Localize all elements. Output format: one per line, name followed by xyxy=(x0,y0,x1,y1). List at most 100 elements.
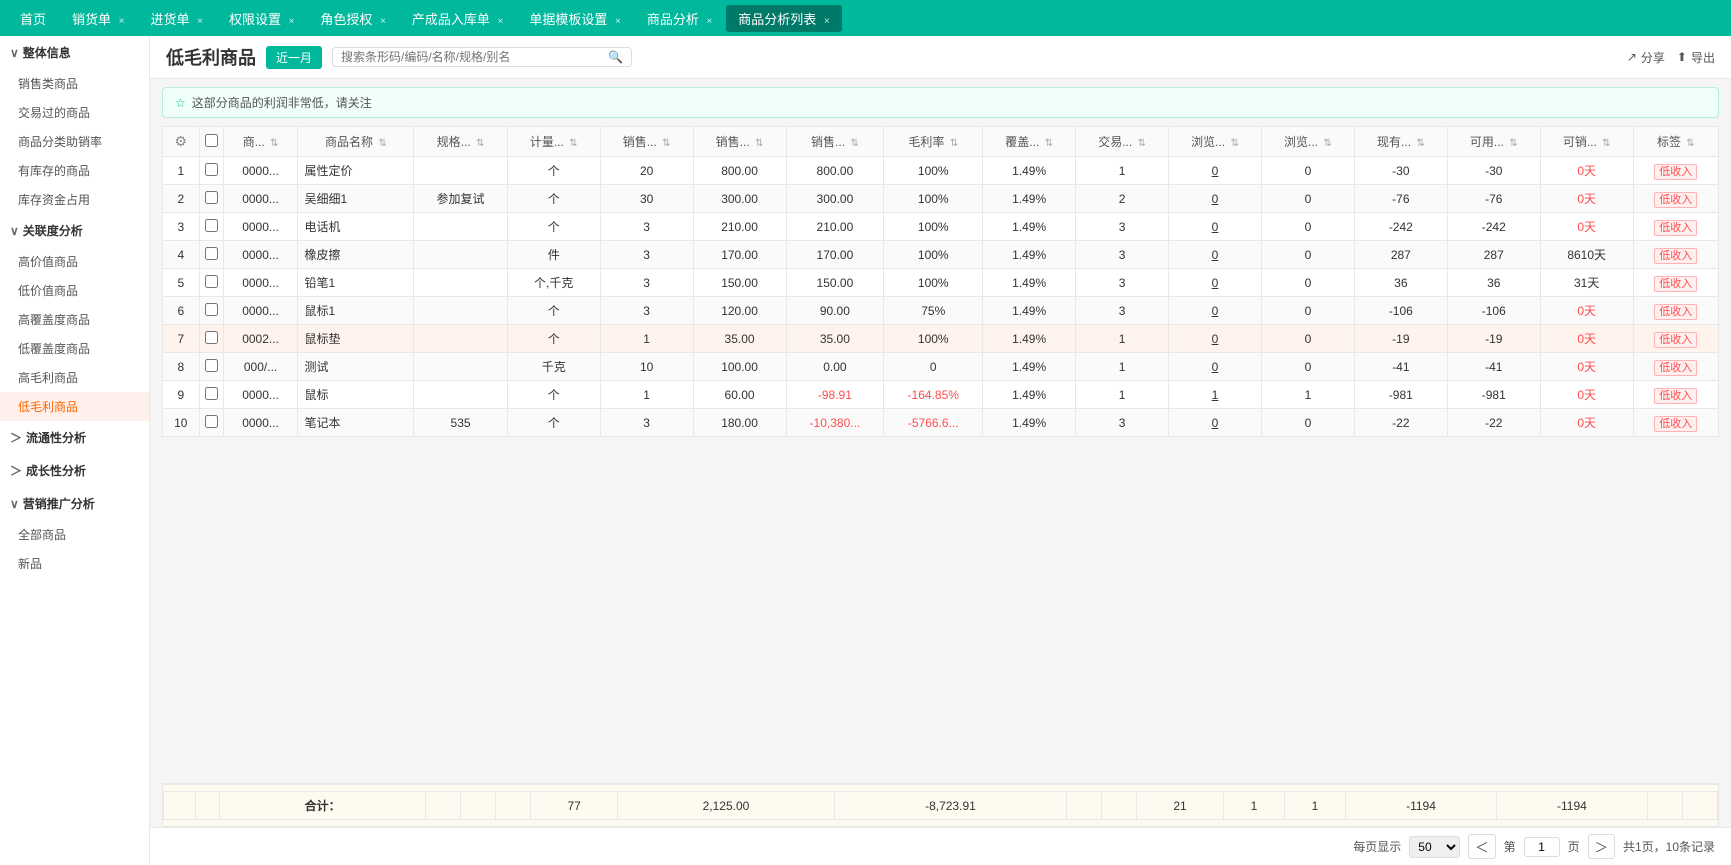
view-link[interactable]: 0 xyxy=(1212,332,1219,346)
nav-sales-order[interactable]: 销货单 × xyxy=(60,5,136,32)
col-header-gross-rate[interactable]: 毛利率 ⇅ xyxy=(884,127,983,157)
row-checkbox-cell[interactable] xyxy=(199,213,223,241)
col-header-view2[interactable]: 浏览... ⇅ xyxy=(1261,127,1354,157)
sidebar-group-overall[interactable]: ∨ 整体信息 xyxy=(0,36,149,69)
table-container[interactable]: ⚙ 商... ⇅ 商品名称 ⇅ 规格... ⇅ 计量... ⇅ 销售... ⇅ … xyxy=(162,126,1719,783)
search-box[interactable]: 🔍 xyxy=(332,47,632,67)
search-input[interactable] xyxy=(341,50,608,64)
row-view1[interactable]: 0 xyxy=(1169,185,1262,213)
view-link[interactable]: 0 xyxy=(1212,192,1219,206)
row-view1[interactable]: 0 xyxy=(1169,213,1262,241)
view-link[interactable]: 0 xyxy=(1212,248,1219,262)
settings-col-header[interactable]: ⚙ xyxy=(163,127,200,157)
sidebar-group-circulation[interactable]: ＞ 流通性分析 xyxy=(0,421,149,454)
sidebar-item-high-margin[interactable]: 高毛利商品 xyxy=(0,363,149,392)
close-icon[interactable]: × xyxy=(289,16,295,27)
row-checkbox[interactable] xyxy=(205,331,218,344)
col-header-sale-count[interactable]: 销售... ⇅ xyxy=(600,127,693,157)
row-checkbox[interactable] xyxy=(205,359,218,372)
sidebar-group-marketing[interactable]: ∨ 营销推广分析 xyxy=(0,487,149,520)
close-icon[interactable]: × xyxy=(615,16,621,27)
sidebar-item-traded-goods[interactable]: 交易过的商品 xyxy=(0,98,149,127)
checkbox-col-header[interactable] xyxy=(199,127,223,157)
row-checkbox[interactable] xyxy=(205,387,218,400)
row-view1[interactable]: 0 xyxy=(1169,241,1262,269)
row-view1[interactable]: 0 xyxy=(1169,409,1262,437)
sidebar-item-all-goods[interactable]: 全部商品 xyxy=(0,520,149,549)
view-link[interactable]: 0 xyxy=(1212,416,1219,430)
nav-product-entry[interactable]: 产成品入库单 × xyxy=(400,5,515,32)
time-filter-button[interactable]: 近一月 xyxy=(266,46,322,69)
row-checkbox[interactable] xyxy=(205,415,218,428)
row-checkbox-cell[interactable] xyxy=(199,185,223,213)
col-header-code[interactable]: 商... ⇅ xyxy=(223,127,298,157)
col-header-tag[interactable]: 标签 ⇅ xyxy=(1633,127,1718,157)
col-header-unit[interactable]: 计量... ⇅ xyxy=(507,127,600,157)
sidebar-item-low-value[interactable]: 低价值商品 xyxy=(0,276,149,305)
row-view1[interactable]: 0 xyxy=(1169,269,1262,297)
nav-purchase-order[interactable]: 进货单 × xyxy=(138,5,214,32)
nav-product-analysis-list[interactable]: 商品分析列表 × xyxy=(726,5,841,32)
close-icon[interactable]: × xyxy=(706,16,712,27)
per-page-select[interactable]: 50 20 100 xyxy=(1409,836,1460,858)
row-view1[interactable]: 1 xyxy=(1169,381,1262,409)
sidebar-item-new-goods[interactable]: 新品 xyxy=(0,549,149,578)
share-button[interactable]: ↗ 分享 xyxy=(1627,49,1665,66)
view-link[interactable]: 1 xyxy=(1212,388,1219,402)
row-checkbox[interactable] xyxy=(205,219,218,232)
col-header-trade[interactable]: 交易... ⇅ xyxy=(1076,127,1169,157)
sidebar-group-relevance[interactable]: ∨ 关联度分析 xyxy=(0,214,149,247)
view-link[interactable]: 0 xyxy=(1212,360,1219,374)
row-checkbox-cell[interactable] xyxy=(199,241,223,269)
row-checkbox[interactable] xyxy=(205,163,218,176)
row-checkbox-cell[interactable] xyxy=(199,297,223,325)
close-icon[interactable]: × xyxy=(197,16,203,27)
col-header-name[interactable]: 商品名称 ⇅ xyxy=(298,127,414,157)
row-checkbox[interactable] xyxy=(205,303,218,316)
sidebar-item-high-value[interactable]: 高价值商品 xyxy=(0,247,149,276)
nav-role-auth[interactable]: 角色授权 × xyxy=(308,5,397,32)
close-icon[interactable]: × xyxy=(498,16,504,27)
row-view1[interactable]: 0 xyxy=(1169,297,1262,325)
sidebar-group-growth[interactable]: ＞ 成长性分析 xyxy=(0,454,149,487)
close-icon[interactable]: × xyxy=(824,16,830,27)
next-page-button[interactable]: ＞ xyxy=(1588,834,1615,859)
nav-template-settings[interactable]: 单据模板设置 × xyxy=(517,5,632,32)
row-view1[interactable]: 0 xyxy=(1169,325,1262,353)
view-link[interactable]: 0 xyxy=(1212,220,1219,234)
view-link[interactable]: 0 xyxy=(1212,276,1219,290)
row-checkbox-cell[interactable] xyxy=(199,269,223,297)
col-header-sale-price[interactable]: 销售... ⇅ xyxy=(693,127,786,157)
select-all-checkbox[interactable] xyxy=(205,134,218,147)
sidebar-item-stocked-goods[interactable]: 有库存的商品 xyxy=(0,156,149,185)
close-icon[interactable]: × xyxy=(119,16,125,27)
prev-page-button[interactable]: ＜ xyxy=(1468,834,1495,859)
row-view1[interactable]: 0 xyxy=(1169,157,1262,185)
view-link[interactable]: 0 xyxy=(1212,304,1219,318)
row-view1[interactable]: 0 xyxy=(1169,353,1262,381)
nav-home[interactable]: 首页 xyxy=(8,5,58,32)
row-checkbox[interactable] xyxy=(205,247,218,260)
row-checkbox-cell[interactable] xyxy=(199,353,223,381)
row-checkbox[interactable] xyxy=(205,191,218,204)
row-checkbox-cell[interactable] xyxy=(199,409,223,437)
sidebar-item-high-coverage[interactable]: 高覆盖度商品 xyxy=(0,305,149,334)
row-checkbox-cell[interactable] xyxy=(199,157,223,185)
page-number-input[interactable] xyxy=(1524,837,1560,857)
col-header-view1[interactable]: 浏览... ⇅ xyxy=(1169,127,1262,157)
sidebar-item-low-coverage[interactable]: 低覆盖度商品 xyxy=(0,334,149,363)
col-header-current[interactable]: 现有... ⇅ xyxy=(1354,127,1447,157)
nav-permissions[interactable]: 权限设置 × xyxy=(217,5,306,32)
col-header-coverage[interactable]: 覆盖... ⇅ xyxy=(983,127,1076,157)
sidebar-item-sales-goods[interactable]: 销售类商品 xyxy=(0,69,149,98)
sidebar-item-category-rate[interactable]: 商品分类助销率 xyxy=(0,127,149,156)
close-icon[interactable]: × xyxy=(380,16,386,27)
nav-product-analysis[interactable]: 商品分析 × xyxy=(635,5,724,32)
col-header-spec[interactable]: 规格... ⇅ xyxy=(414,127,507,157)
col-header-sale-amount[interactable]: 销售... ⇅ xyxy=(786,127,884,157)
col-header-saleable[interactable]: 可销... ⇅ xyxy=(1540,127,1633,157)
export-button[interactable]: ⬆ 导出 xyxy=(1677,49,1715,66)
row-checkbox[interactable] xyxy=(205,275,218,288)
settings-icon[interactable]: ⚙ xyxy=(175,133,188,149)
col-header-available[interactable]: 可用... ⇅ xyxy=(1447,127,1540,157)
